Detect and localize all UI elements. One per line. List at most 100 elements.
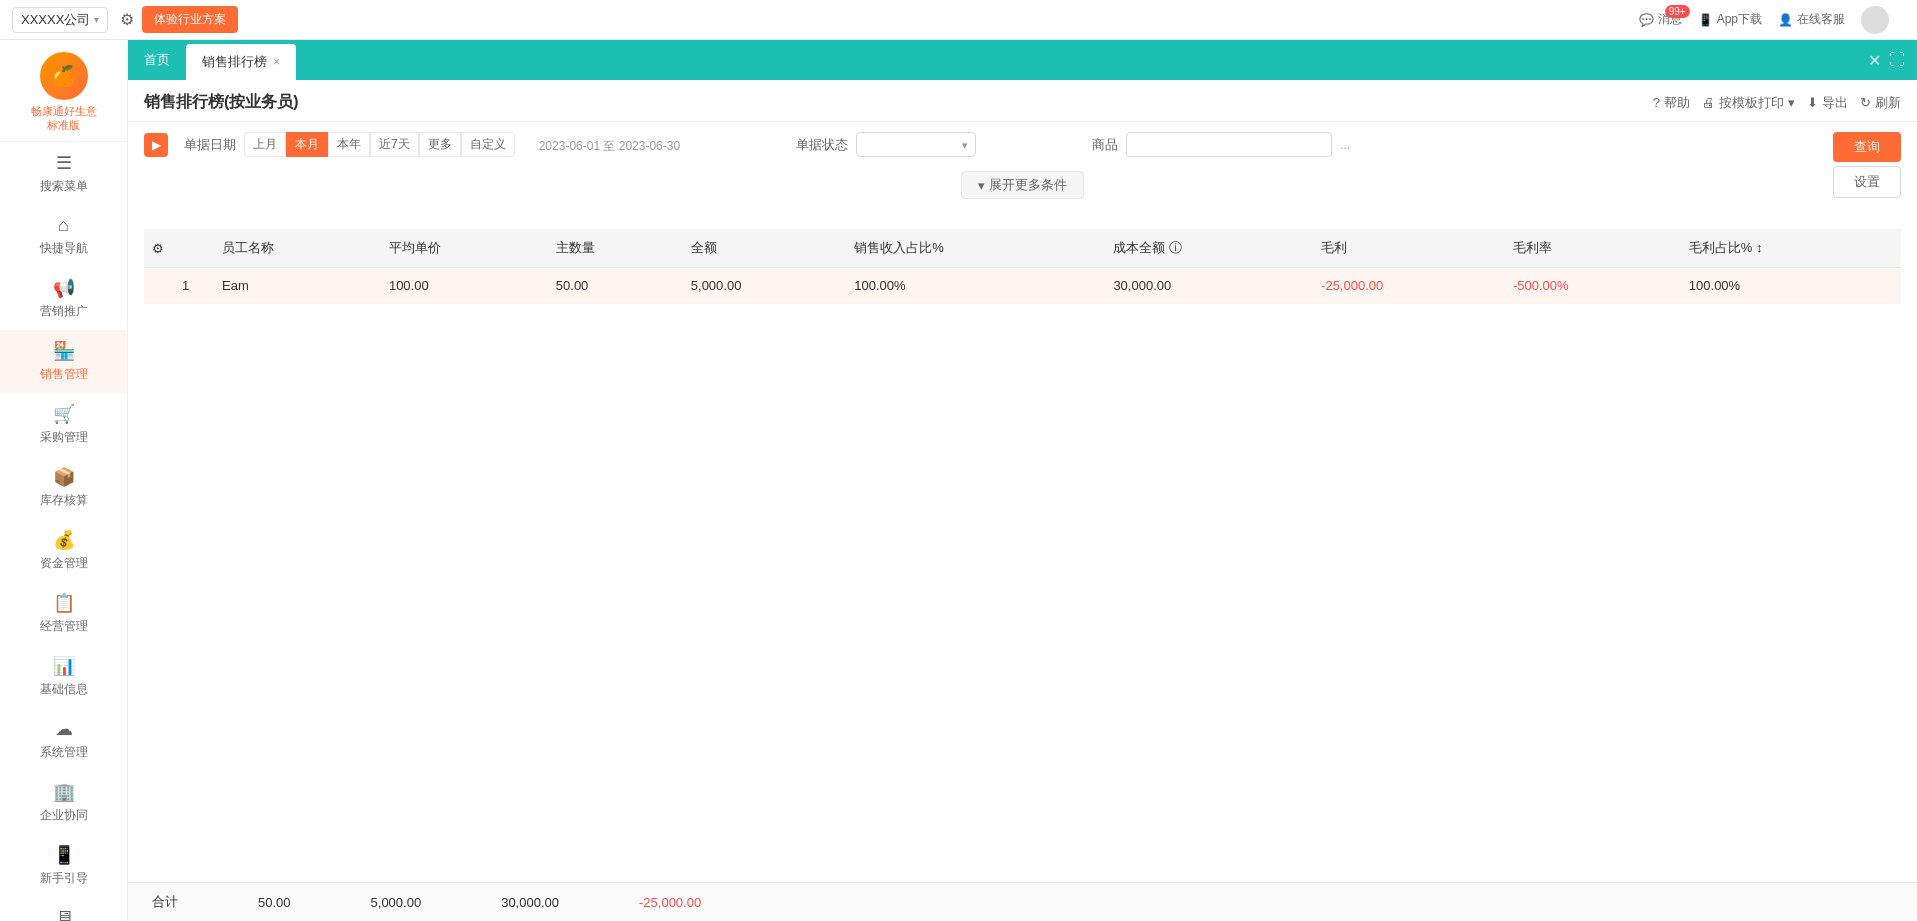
cell-profit-rate: -500.00% — [1505, 268, 1681, 304]
sidebar-item-system[interactable]: ☁ 系统管理 — [0, 708, 127, 771]
page-actions: ? 帮助 🖨 按模板打印 ▾ ⬇ 导出 ↻ 刷新 — [1653, 94, 1901, 112]
date-tab-custom[interactable]: 自定义 — [461, 132, 515, 157]
date-tab-more[interactable]: 更多 — [419, 132, 461, 157]
sidebar-item-finance[interactable]: 💰 资金管理 — [0, 519, 127, 582]
filter-actions: 查询 设置 — [1833, 132, 1901, 198]
print-chevron-icon: ▾ — [1788, 95, 1795, 110]
trial-button[interactable]: 体验行业方案 — [142, 6, 238, 33]
sidebar-item-base-info[interactable]: 📊 基础信息 — [0, 645, 127, 708]
date-tab-7days[interactable]: 近7天 — [370, 132, 419, 157]
print-button[interactable]: 🖨 按模板打印 ▾ — [1702, 94, 1795, 112]
settings-button[interactable]: 设置 — [1833, 166, 1901, 198]
inventory-icon: 📦 — [53, 466, 75, 488]
col-settings[interactable]: ⚙ — [144, 229, 174, 268]
cell-cost: 30,000.00 — [1105, 268, 1313, 304]
col-profit-ratio: 毛利占比% ↕ — [1681, 229, 1901, 268]
sidebar-item-enterprise[interactable]: 🏢 企业协同 — [0, 771, 127, 834]
sidebar-item-sales[interactable]: 🏪 销售管理 — [0, 330, 127, 393]
tab-home[interactable]: 首页 — [128, 40, 186, 80]
avatar[interactable] — [1861, 6, 1889, 34]
guide-icon: 📱 — [53, 844, 75, 866]
sales-icon: 🏪 — [53, 340, 75, 362]
date-tab-this-month[interactable]: 本月 — [286, 132, 328, 157]
col-amount: 全额 — [683, 229, 846, 268]
settings-icon[interactable]: ⚙ — [120, 10, 134, 29]
page-header: 销售排行榜(按业务员) ? 帮助 🖨 按模板打印 ▾ ⬇ 导出 — [128, 80, 1917, 122]
footer-amount: 5,000.00 — [371, 895, 422, 910]
logo-text: 畅康通好生意 标准版 — [31, 104, 97, 133]
footer-profit: -25,000.00 — [639, 895, 701, 910]
print-label: 按模板打印 — [1719, 94, 1784, 112]
quick-nav-icon: ⌂ — [58, 215, 69, 236]
filter-collapse-btn[interactable]: ▶ — [144, 133, 168, 157]
table-settings-icon[interactable]: ⚙ — [152, 241, 164, 256]
online-service-label: 在线客服 — [1797, 11, 1845, 28]
cell-sales-ratio: 100.00% — [846, 268, 1105, 304]
date-tab-this-year[interactable]: 本年 — [328, 132, 370, 157]
system-icon: ☁ — [55, 718, 73, 740]
refresh-icon: ↻ — [1860, 95, 1871, 110]
app-download-button[interactable]: 📱 App下载 — [1698, 11, 1762, 28]
table-header-row: ⚙ 员工名称 平均单价 主数量 全额 销售收入占比% 成本全额 ⓘ 毛利 毛利率… — [144, 229, 1901, 268]
query-button[interactable]: 查询 — [1833, 132, 1901, 162]
cell-name: Eam — [214, 268, 381, 304]
sidebar-item-inventory[interactable]: 📦 库存核算 — [0, 456, 127, 519]
data-table: ⚙ 员工名称 平均单价 主数量 全额 销售收入占比% 成本全额 ⓘ 毛利 毛利率… — [144, 229, 1901, 304]
tab-bar-right: ✕ ⛶ — [1868, 51, 1917, 70]
sidebar-label-base-info: 基础信息 — [40, 681, 88, 698]
col-quantity: 主数量 — [548, 229, 683, 268]
expand-label: 展开更多条件 — [989, 176, 1067, 194]
sidebar-label-sales: 销售管理 — [40, 366, 88, 383]
sidebar-label-enterprise: 企业协同 — [40, 807, 88, 824]
window-expand-icon[interactable]: ⛶ — [1889, 51, 1905, 69]
goods-input[interactable] — [1126, 132, 1332, 157]
status-select[interactable] — [856, 132, 976, 157]
top-right-actions: 💬 消息 99+ 📱 App下载 👤 在线客服 — [1639, 6, 1905, 34]
app-download-label: App下载 — [1717, 11, 1762, 28]
cell-quantity: 50.00 — [548, 268, 683, 304]
print-icon: 🖨 — [1702, 95, 1715, 110]
main-layout: 🍊 畅康通好生意 标准版 ☰ 搜索菜单 ⌂ 快捷导航 📢 营销推广 🏪 销售管理… — [0, 40, 1917, 921]
operations-icon: 📋 — [53, 592, 75, 614]
help-button[interactable]: ? 帮助 — [1653, 94, 1690, 112]
sidebar-item-guide[interactable]: 📱 新手引导 — [0, 834, 127, 897]
sidebar-item-operations[interactable]: 📋 经营管理 — [0, 582, 127, 645]
cell-amount: 5,000.00 — [683, 268, 846, 304]
footer-cost: 30,000.00 — [501, 895, 559, 910]
top-bar: XXXXX公司 ▾ ⚙ 体验行业方案 💬 消息 99+ 📱 App下载 👤 在线… — [0, 0, 1917, 40]
tab-sales-ranking[interactable]: 销售排行榜 × — [186, 44, 296, 80]
sidebar-label-inventory: 库存核算 — [40, 492, 88, 509]
sidebar-item-purchase[interactable]: 🛒 采购管理 — [0, 393, 127, 456]
window-close-icon[interactable]: ✕ — [1868, 51, 1881, 70]
refresh-button[interactable]: ↻ 刷新 — [1860, 94, 1901, 112]
filter-row-1: ▶ 单据日期 上月 本月 本年 近7天 更多 自定义 — [144, 132, 1901, 157]
sidebar-item-search-order[interactable]: ☰ 搜索菜单 — [0, 142, 127, 205]
table-row: 1 Eam 100.00 50.00 5,000.00 100.00% 30,0… — [144, 268, 1901, 304]
sidebar-item-quick-nav[interactable]: ⌂ 快捷导航 — [0, 205, 127, 267]
sidebar-label-purchase: 采购管理 — [40, 429, 88, 446]
cell-rank: 1 — [174, 268, 214, 304]
col-sales-ratio: 销售收入占比% — [846, 229, 1105, 268]
tab-close-icon[interactable]: × — [273, 55, 280, 69]
tab-bar: 首页 销售排行榜 × ✕ ⛶ — [128, 40, 1917, 80]
status-label: 单据状态 — [796, 136, 848, 154]
message-button[interactable]: 💬 消息 99+ — [1639, 11, 1682, 28]
export-label: 导出 — [1822, 94, 1848, 112]
date-filter: 单据日期 上月 本月 本年 近7天 更多 自定义 — [184, 132, 515, 157]
sidebar-item-app-center[interactable]: 🖥 应用中心 — [0, 897, 127, 921]
sidebar-item-marketing[interactable]: 📢 营销推广 — [0, 267, 127, 330]
mobile-icon: 📱 — [1698, 13, 1713, 27]
logo-icon: 🍊 — [40, 52, 88, 100]
company-selector[interactable]: XXXXX公司 ▾ — [12, 7, 108, 33]
export-button[interactable]: ⬇ 导出 — [1807, 94, 1848, 112]
online-service-button[interactable]: 👤 在线客服 — [1778, 11, 1845, 28]
content-area: 首页 销售排行榜 × ✕ ⛶ 销售排行榜(按业务员) ? 帮助 — [128, 40, 1917, 921]
expand-row: ▾ 展开更多条件 — [144, 163, 1901, 207]
status-select-wrapper — [856, 132, 976, 157]
goods-more-btn[interactable]: ... — [1340, 138, 1350, 152]
collapse-arrow-icon: ▶ — [152, 138, 161, 152]
active-tab-label: 销售排行榜 — [202, 53, 267, 71]
expand-conditions-button[interactable]: ▾ 展开更多条件 — [961, 171, 1084, 199]
service-icon: 👤 — [1778, 13, 1793, 27]
date-tab-last-month[interactable]: 上月 — [244, 132, 286, 157]
